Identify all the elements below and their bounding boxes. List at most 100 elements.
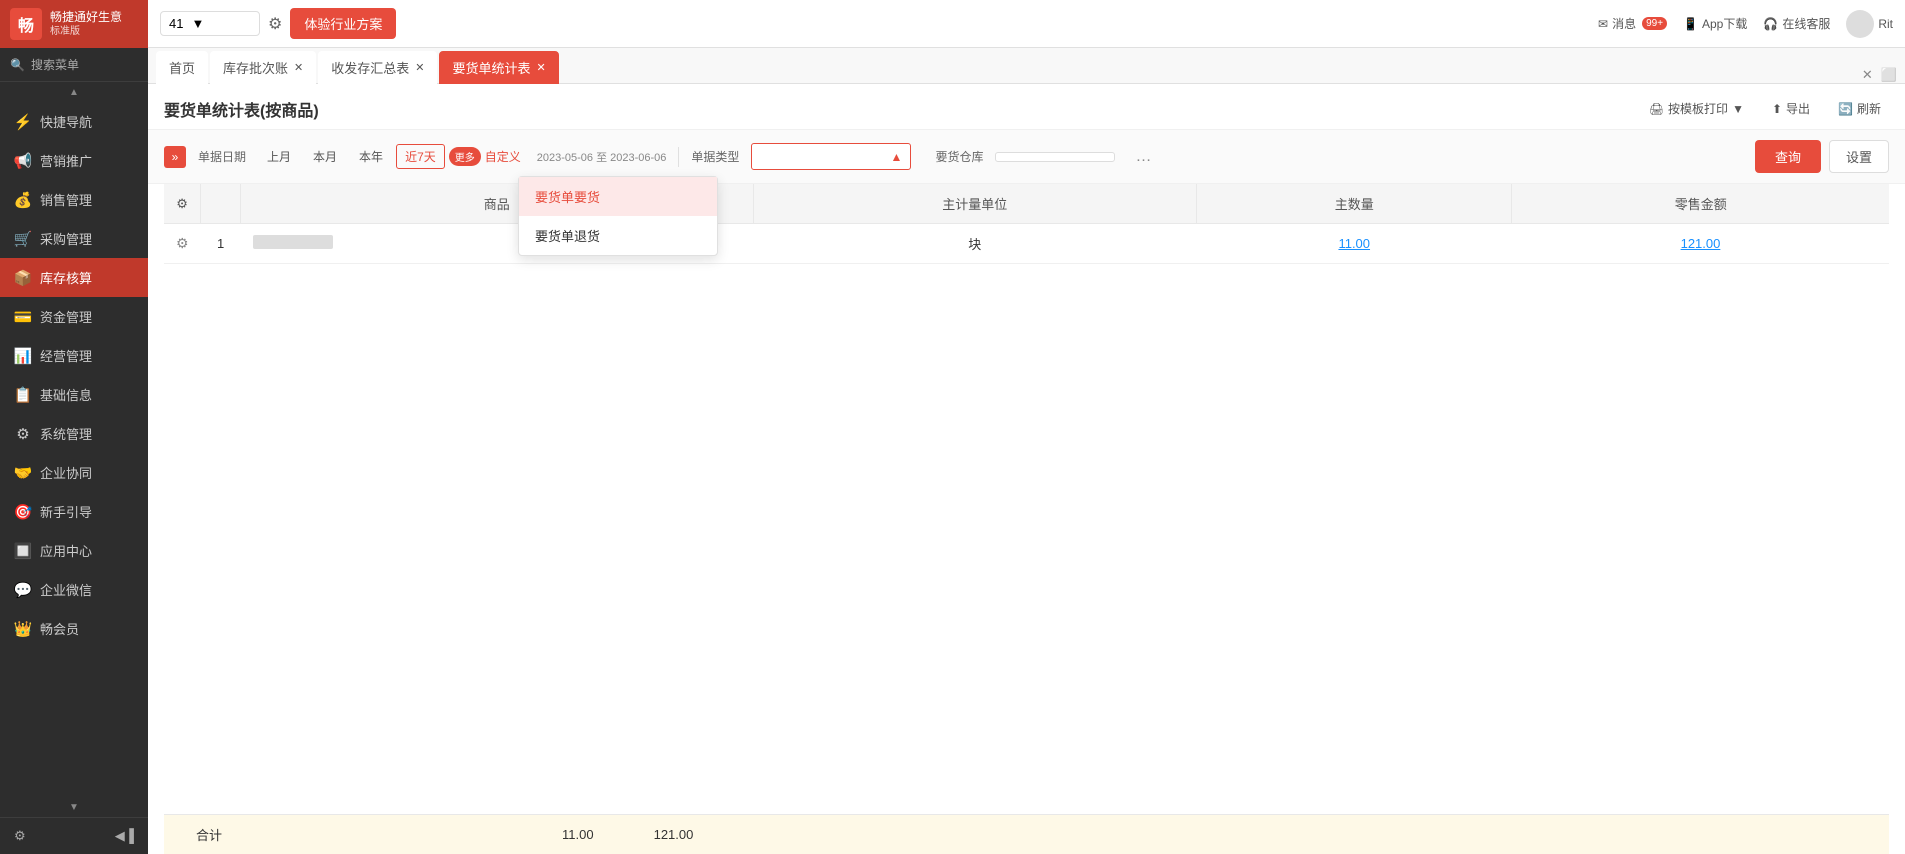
filter-expand-button[interactable]: »: [164, 146, 186, 168]
user-avatar: [1846, 10, 1874, 38]
row-num: 1: [201, 224, 241, 264]
tab-kucun-pici[interactable]: 库存批次账 ✕: [210, 51, 316, 84]
sidebar-item-xiaoshou[interactable]: 💰 销售管理: [0, 180, 148, 219]
print-button[interactable]: 🖨 按模板打印 ▼: [1641, 96, 1752, 121]
filter-actions: 查询 设置: [1755, 140, 1889, 173]
row-unit: 块: [753, 224, 1197, 264]
sidebar-item-weixin[interactable]: 💬 企业微信: [0, 570, 148, 609]
sidebar-search[interactable]: 🔍 搜索菜单: [0, 48, 148, 82]
page-header: 要货单统计表(按商品) 🖨 按模板打印 ▼ ⬆ 导出 🔄 刷新: [148, 84, 1905, 130]
date-tab-more[interactable]: 更多: [449, 147, 481, 166]
nav-icon-xinshou: 🎯: [14, 503, 32, 521]
col-settings: ⚙: [164, 184, 201, 224]
filter-settings-button[interactable]: 设置: [1829, 140, 1889, 173]
tab-maximize-icon[interactable]: ⬜: [1881, 67, 1897, 83]
tab-close-kucun-pici[interactable]: ✕: [294, 61, 303, 74]
dropdown-item-tuihuo[interactable]: 要货单退货: [519, 216, 717, 255]
date-filter-label: 单据日期: [198, 148, 246, 165]
sidebar-settings-icon[interactable]: ⚙: [14, 828, 26, 844]
footer-total-label: 合计: [176, 825, 222, 844]
col-quantity: 主数量: [1197, 184, 1512, 224]
tab-close-all-icon[interactable]: ✕: [1862, 67, 1873, 83]
service-icon: 🎧: [1763, 17, 1778, 31]
search-icon: 🔍: [10, 58, 25, 72]
sidebar-item-caigou[interactable]: 🛒 采购管理: [0, 219, 148, 258]
warehouse-more-icon[interactable]: …: [1135, 148, 1151, 166]
user-menu[interactable]: Rit: [1846, 10, 1893, 38]
row-settings-cell: ⚙: [164, 224, 201, 264]
nav-icon-yingyong: 🔲: [14, 542, 32, 560]
row-amount[interactable]: 121.00: [1512, 224, 1889, 264]
sidebar-item-jichu[interactable]: 📋 基础信息: [0, 375, 148, 414]
sidebar-brand: 畅捷通好生意 标准版: [50, 10, 122, 39]
type-filter-label: 单据类型: [691, 148, 739, 165]
nav-icon-kuaijie: ⚡: [14, 113, 32, 131]
nav-icon-caigou: 🛒: [14, 230, 32, 248]
nav-icon-xiaoshou: 💰: [14, 191, 32, 209]
tab-yaohuo-tongji[interactable]: 要货单统计表 ✕: [439, 51, 558, 84]
sidebar-item-jingying[interactable]: 📊 经营管理: [0, 336, 148, 375]
sidebar-item-yingyong[interactable]: 🔲 应用中心: [0, 531, 148, 570]
app-download-button[interactable]: 📱 App下载: [1683, 15, 1747, 32]
date-tab-bennian[interactable]: 本年: [350, 144, 392, 169]
trial-button[interactable]: 体验行业方案: [290, 8, 396, 39]
nav-icon-yingxiao: 📢: [14, 152, 32, 170]
sidebar-item-kuaijie[interactable]: ⚡ 快捷导航: [0, 102, 148, 141]
sidebar-item-huiyuan[interactable]: 👑 畅会员: [0, 609, 148, 648]
main-content: 41 ▼ ⚙ 体验行业方案 ✉ 消息 99+ 📱 App下载 🎧 在线客服 R: [148, 0, 1905, 854]
nav-icon-jingying: 📊: [14, 347, 32, 365]
row-quantity[interactable]: 11.00: [1197, 224, 1512, 264]
nav-icon-qiye: 🤝: [14, 464, 32, 482]
sidebar-item-xinshou[interactable]: 🎯 新手引导: [0, 492, 148, 531]
date-tab-benyue[interactable]: 本月: [304, 144, 346, 169]
sidebar-header: 畅 畅捷通好生意 标准版: [0, 0, 148, 48]
tab-close-shoufa-huizong[interactable]: ✕: [415, 61, 424, 74]
export-icon: ⬆: [1772, 102, 1782, 116]
nav-icon-kucun: 📦: [14, 269, 32, 287]
topbar: 41 ▼ ⚙ 体验行业方案 ✉ 消息 99+ 📱 App下载 🎧 在线客服 R: [148, 0, 1905, 48]
tab-close-yaohuo-tongji[interactable]: ✕: [537, 61, 546, 74]
page-actions: 🖨 按模板打印 ▼ ⬆ 导出 🔄 刷新: [1641, 96, 1889, 121]
type-filter-select[interactable]: ▲: [751, 143, 911, 170]
dropdown-item-yaohuo[interactable]: 要货单要货: [519, 177, 717, 216]
tabs-bar: 首页 库存批次账 ✕ 收发存汇总表 ✕ 要货单统计表 ✕ ✕ ⬜: [148, 48, 1905, 84]
refresh-button[interactable]: 🔄 刷新: [1830, 96, 1889, 121]
sidebar-item-zijin[interactable]: 💳 资金管理: [0, 297, 148, 336]
tab-home[interactable]: 首页: [156, 51, 208, 84]
export-button[interactable]: ⬆ 导出: [1764, 96, 1818, 121]
date-tab-jin7tian[interactable]: 近7天: [396, 144, 445, 169]
query-button[interactable]: 查询: [1755, 140, 1821, 173]
store-selector[interactable]: 41 ▼: [160, 11, 260, 36]
table-wrapper: ⚙ 商品 主计量单位 主数量 零售金额 ⚙: [148, 184, 1905, 814]
type-dropdown: 要货单要货 要货单退货: [518, 176, 718, 256]
tab-shoufa-huizong[interactable]: 收发存汇总表 ✕: [318, 51, 437, 84]
row-settings-icon[interactable]: ⚙: [176, 235, 189, 252]
nav-icon-jichu: 📋: [14, 386, 32, 404]
sidebar-scroll-up[interactable]: ▲: [0, 82, 148, 102]
print-icon: 🖨: [1649, 102, 1664, 116]
app-icon: 📱: [1683, 17, 1698, 31]
sidebar-item-xitong[interactable]: ⚙ 系统管理: [0, 414, 148, 453]
sidebar-item-kucun[interactable]: 📦 库存核算: [0, 258, 148, 297]
date-tab-shangyue[interactable]: 上月: [258, 144, 300, 169]
filter-divider: [678, 147, 679, 167]
warehouse-filter-select[interactable]: [995, 152, 1115, 162]
date-custom-button[interactable]: 自定义: [485, 148, 521, 165]
sidebar-scroll-down[interactable]: ▼: [0, 797, 148, 817]
sidebar-item-yingxiao[interactable]: 📢 营销推广: [0, 141, 148, 180]
type-filter-value: [760, 148, 886, 165]
footer-quantity: 11.00: [562, 827, 594, 842]
sidebar-item-qiye[interactable]: 🤝 企业协同: [0, 453, 148, 492]
sidebar-collapse-button[interactable]: ◀▐: [115, 828, 134, 844]
type-filter-arrow: ▲: [891, 150, 903, 164]
topbar-settings-icon[interactable]: ⚙: [268, 14, 282, 34]
online-service-button[interactable]: 🎧 在线客服: [1763, 15, 1830, 32]
messages-button[interactable]: ✉ 消息 99+: [1598, 15, 1667, 32]
date-range-display: 2023-05-06 至 2023-06-06: [537, 149, 667, 165]
topbar-right: ✉ 消息 99+ 📱 App下载 🎧 在线客服 Rit: [1598, 10, 1893, 38]
col-amount: 零售金额: [1512, 184, 1889, 224]
sidebar: 畅 畅捷通好生意 标准版 🔍 搜索菜单 ▲ ⚡ 快捷导航 📢 营销推广 💰 销售…: [0, 0, 148, 854]
column-settings-icon[interactable]: ⚙: [176, 196, 188, 211]
table-row: ⚙ 1 块 11.00 121.00: [164, 224, 1889, 264]
message-icon: ✉: [1598, 17, 1608, 31]
